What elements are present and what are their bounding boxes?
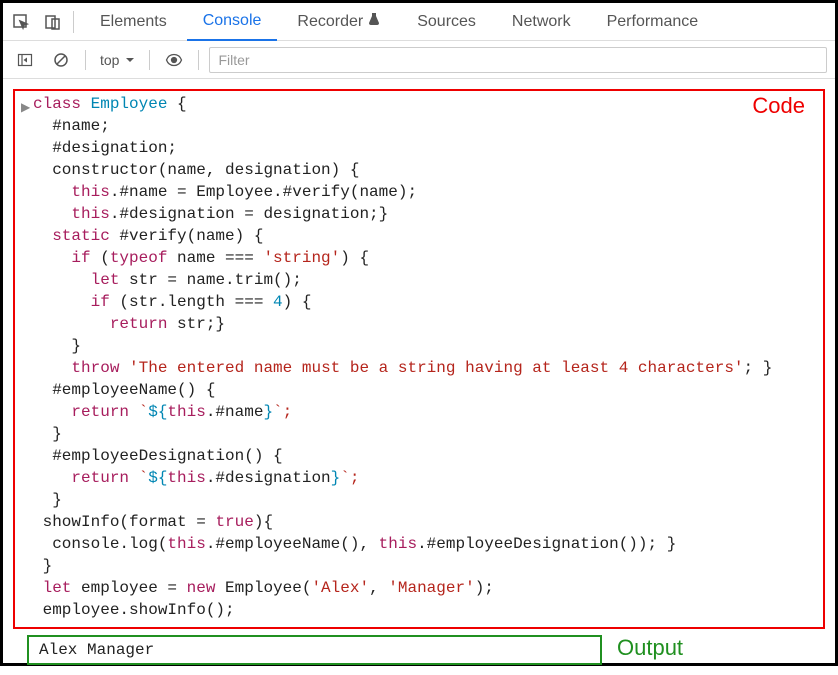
clear-console-icon[interactable] [47, 46, 75, 74]
output-block: Alex Manager [27, 635, 602, 665]
separator [149, 50, 150, 70]
tab-recorder[interactable]: Recorder [281, 3, 397, 41]
console-toolbar: top [3, 41, 835, 79]
separator [85, 50, 86, 70]
inspect-icon[interactable] [7, 8, 35, 36]
devtools-tabbar: Elements Console Recorder Sources Networ… [3, 3, 835, 41]
console-body: Code ▶ class Employee { #name; #designat… [3, 79, 835, 675]
code-block: Code ▶ class Employee { #name; #designat… [13, 89, 825, 629]
tab-performance[interactable]: Performance [591, 3, 715, 41]
console-output-text: Alex Manager [39, 641, 154, 659]
sidebar-toggle-icon[interactable] [11, 46, 39, 74]
code-annotation-label: Code [752, 95, 805, 117]
filter-input[interactable] [209, 47, 827, 73]
flask-icon [367, 12, 381, 31]
eye-icon[interactable] [160, 46, 188, 74]
tab-network[interactable]: Network [496, 3, 587, 41]
tab-elements[interactable]: Elements [84, 3, 183, 41]
expand-arrow-icon[interactable]: ▶ [21, 97, 30, 119]
chevron-down-icon [125, 52, 135, 68]
tab-sources[interactable]: Sources [401, 3, 492, 41]
context-label: top [100, 52, 119, 68]
tab-recorder-label: Recorder [297, 13, 363, 31]
device-toggle-icon[interactable] [39, 8, 67, 36]
context-selector[interactable]: top [96, 50, 139, 70]
output-annotation-label: Output [617, 635, 683, 661]
separator [73, 11, 74, 33]
tab-console[interactable]: Console [187, 3, 278, 41]
separator [198, 50, 199, 70]
